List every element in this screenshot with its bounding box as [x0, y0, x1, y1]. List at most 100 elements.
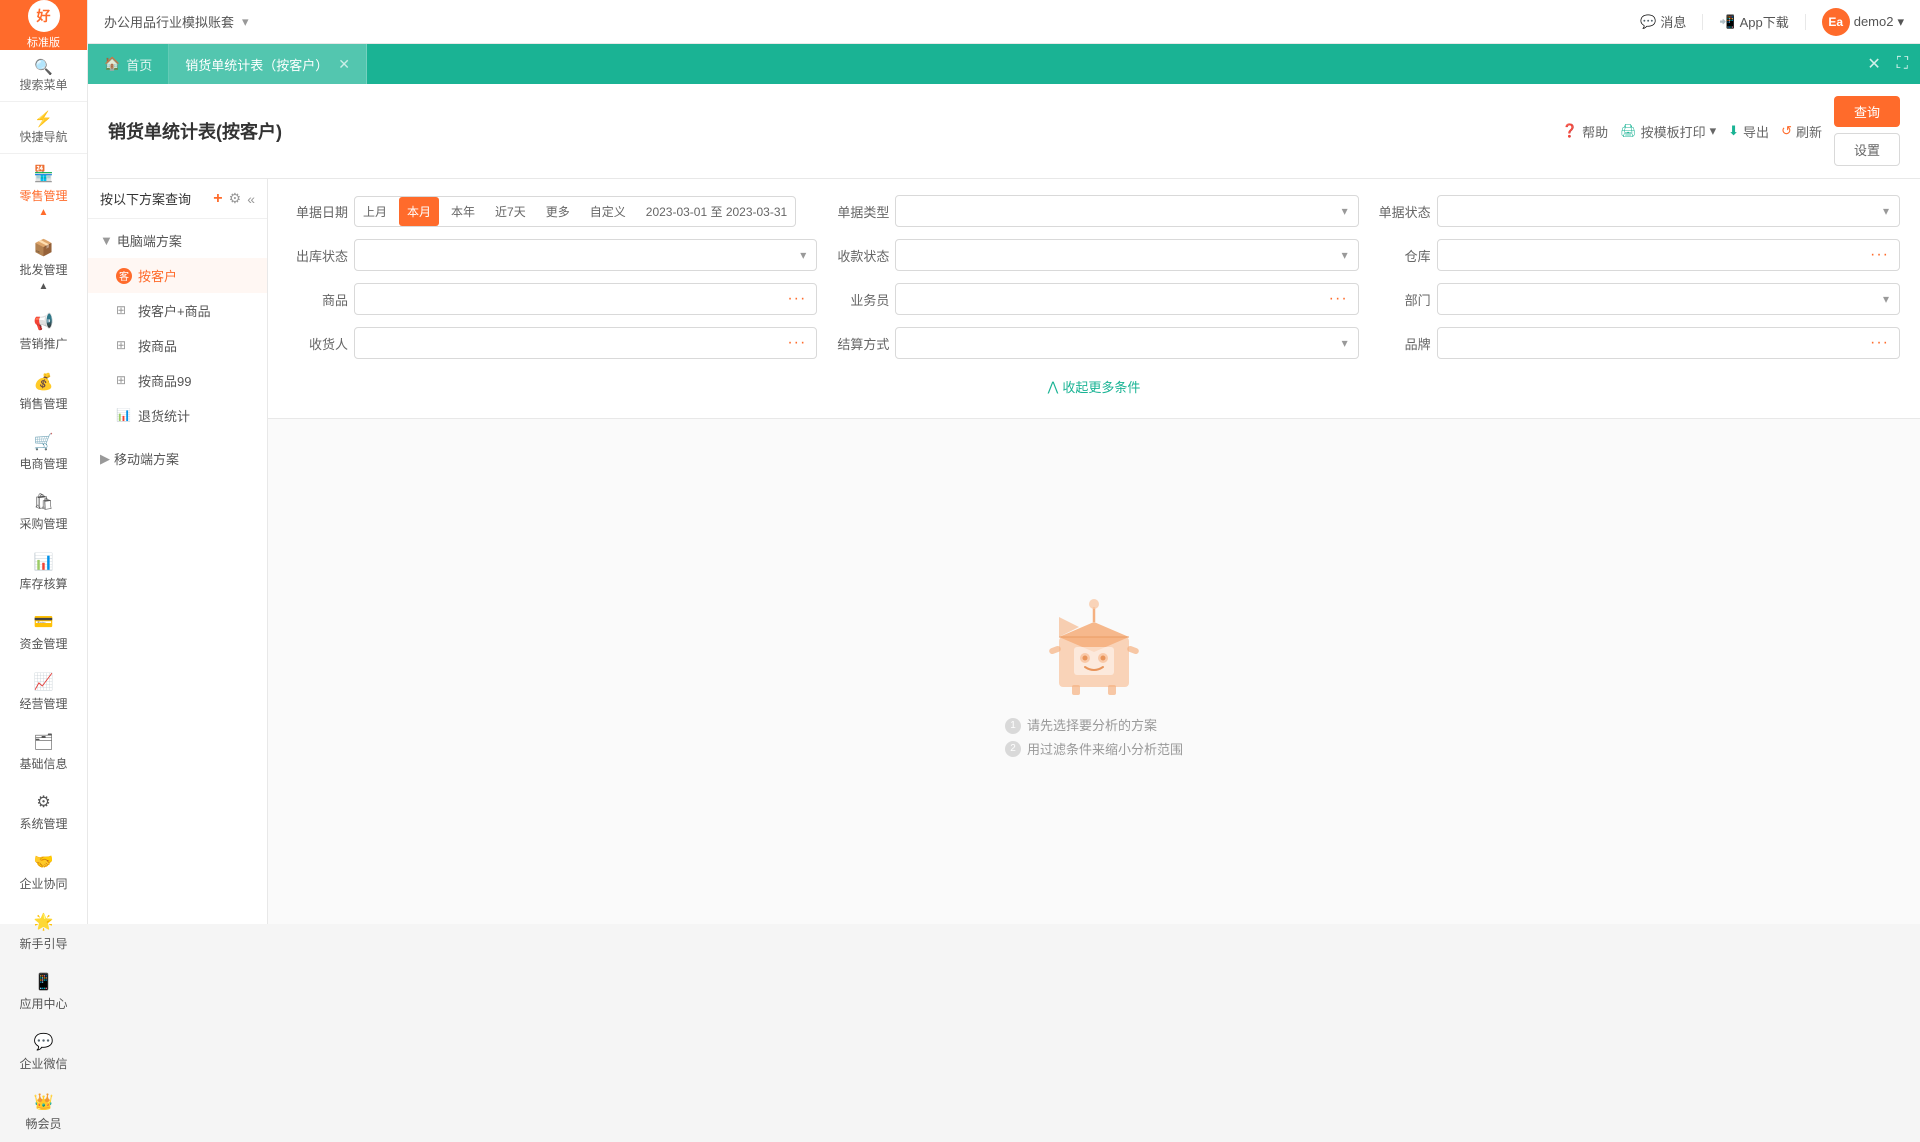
sidebar-item-wechat[interactable]: 💬 企业微信 — [0, 1022, 87, 1082]
dept-field[interactable]: ▾ — [1437, 283, 1900, 315]
scheme-collapse-icon[interactable]: « — [247, 191, 255, 207]
pay-status-field[interactable]: ▾ — [895, 239, 1358, 271]
member-label: 畅会员 — [25, 1115, 61, 1132]
print-btn[interactable]: 🖨 按模板打印 ▾ — [1620, 122, 1716, 141]
sidebar-item-retail[interactable]: 🏪 零售管理 ▲ — [0, 154, 87, 228]
by-goods99-label: 按商品99 — [138, 371, 191, 390]
sidebar-search[interactable]: 🔍 搜索菜单 — [0, 50, 87, 102]
print-label: 按模板打印 — [1641, 122, 1706, 141]
tab-restore-btn[interactable]: ⛶ — [1893, 51, 1912, 77]
scheme-group-mobile-title[interactable]: ▶ 移动端方案 — [88, 441, 267, 476]
date-this-month-btn[interactable]: 本月 — [399, 197, 439, 226]
date-last-month-btn[interactable]: 上月 — [355, 197, 395, 226]
filter-action-buttons: 查询 设置 — [1834, 96, 1900, 166]
empty-illustration — [1034, 582, 1154, 702]
scheme-item-by-customer-goods[interactable]: ⊞ 按客户+商品 — [88, 293, 267, 328]
salesperson-dots-icon: ··· — [1329, 290, 1348, 308]
refresh-label: 刷新 — [1796, 122, 1822, 141]
date-custom-btn[interactable]: 自定义 — [582, 197, 634, 226]
tab-report[interactable]: 销货单统计表（按客户） ✕ — [169, 44, 367, 84]
settlement-field[interactable]: ▾ — [895, 327, 1358, 359]
app-download-label: App下载 — [1740, 12, 1789, 31]
receiver-label: 收货人 — [288, 334, 348, 353]
dropdown-arrow-icon[interactable]: ▾ — [242, 14, 249, 30]
sidebar-item-purchase[interactable]: 🛍 采购管理 — [0, 482, 87, 542]
salesperson-field[interactable]: ··· — [895, 283, 1358, 315]
sidebar-item-finance[interactable]: 💳 资金管理 — [0, 602, 87, 662]
enterprise-label: 企业协同 — [19, 875, 67, 892]
sidebar-item-member[interactable]: 👑 畅会员 — [0, 1082, 87, 1142]
tab-close-btn[interactable]: ✕ — [338, 56, 350, 73]
sidebar-item-basic[interactable]: 🗂 基础信息 — [0, 722, 87, 782]
customer-goods-icon: ⊞ — [116, 303, 132, 319]
collapse-arrow-icon: ⋀ — [1048, 379, 1059, 395]
date-field[interactable]: 上月 本月 本年 近7天 更多 自定义 2023-03-01 至 2023-03… — [354, 196, 796, 227]
settings-button[interactable]: 设置 — [1834, 133, 1900, 166]
mobile-group-arrow-icon: ▶ — [100, 451, 110, 467]
header-left: 办公用品行业模拟账套 ▾ — [104, 12, 249, 31]
sidebar-item-newbie[interactable]: 🌟 新手引导 — [0, 902, 87, 962]
ecommerce-label: 电商管理 — [19, 455, 67, 472]
receiver-cell: 收货人 ··· — [288, 327, 817, 359]
warehouse-field[interactable]: ··· — [1437, 239, 1900, 271]
empty-state: 1 请先选择要分析的方案 2 用过滤条件来缩小分析范围 — [1005, 582, 1183, 761]
sidebar-item-marketing[interactable]: 📢 营销推广 — [0, 302, 87, 362]
wechat-icon: 💬 — [34, 1032, 54, 1052]
settlement-label: 结算方式 — [829, 334, 889, 353]
desktop-group-label: 电脑端方案 — [117, 231, 182, 250]
tab-close-all-btn[interactable]: ✕ — [1863, 50, 1884, 78]
sidebar-item-sales[interactable]: 💰 销售管理 — [0, 362, 87, 422]
goods-field[interactable]: ··· — [354, 283, 817, 315]
export-btn[interactable]: ⬇ 导出 — [1728, 122, 1769, 141]
receiver-field[interactable]: ··· — [354, 327, 817, 359]
scheme-group-desktop-title[interactable]: ▼ 电脑端方案 — [88, 223, 267, 258]
scheme-add-btn[interactable]: + — [213, 190, 222, 208]
user-profile[interactable]: Ea demo2 ▾ — [1822, 8, 1904, 36]
sidebar-item-operations[interactable]: 📈 经营管理 — [0, 662, 87, 722]
brand-field[interactable]: ··· — [1437, 327, 1900, 359]
tab-report-label: 销货单统计表（按客户） — [185, 55, 328, 74]
status-field[interactable]: ▾ — [1437, 195, 1900, 227]
header-divider2 — [1805, 14, 1806, 30]
date-this-year-btn[interactable]: 本年 — [443, 197, 483, 226]
collapse-btn[interactable]: ⋀ 收起更多条件 — [288, 371, 1900, 402]
sidebar: 好 标准版 🔍 搜索菜单 ⚡ 快捷导航 🏪 零售管理 ▲ 📦 批发管理 ▲ 📢 … — [0, 0, 88, 924]
sidebar-quick-nav[interactable]: ⚡ 快捷导航 — [0, 102, 87, 154]
member-icon: 👑 — [34, 1092, 54, 1112]
filter-row2: 出库状态 ▾ 收款状态 ▾ 仓库 — [288, 239, 1900, 271]
return-icon: 📊 — [116, 408, 132, 424]
scheme-item-by-goods99[interactable]: ⊞ 按商品99 — [88, 363, 267, 398]
type-label: 单据类型 — [829, 202, 889, 221]
collapse-label: 收起更多条件 — [1062, 377, 1140, 396]
date-more-btn[interactable]: 更多 — [538, 197, 578, 226]
goods-cell: 商品 ··· — [288, 283, 817, 315]
tab-home-label: 首页 — [126, 55, 152, 74]
sidebar-item-wholesale[interactable]: 📦 批发管理 ▲ — [0, 228, 87, 302]
page-actions: ❓ 帮助 🖨 按模板打印 ▾ ⬇ 导出 ↺ 刷新 查询 设置 — [1562, 96, 1900, 178]
sales-icon: 💰 — [34, 372, 54, 392]
scheme-item-return[interactable]: 📊 退货统计 — [88, 398, 267, 433]
tab-home[interactable]: 🏠 首页 — [88, 44, 169, 84]
query-button[interactable]: 查询 — [1834, 96, 1900, 127]
app-download-btn[interactable]: 📲 App下载 — [1719, 12, 1788, 31]
scheme-settings-icon[interactable]: ⚙ — [229, 190, 242, 207]
sidebar-item-inventory[interactable]: 📊 库存核算 — [0, 542, 87, 602]
refresh-btn[interactable]: ↺ 刷新 — [1781, 122, 1822, 141]
message-btn[interactable]: 💬 消息 — [1640, 12, 1686, 31]
type-field[interactable]: ▾ — [895, 195, 1358, 227]
sales-label: 销售管理 — [19, 395, 67, 412]
sidebar-item-ecommerce[interactable]: 🛒 电商管理 — [0, 422, 87, 482]
warehouse-label: 仓库 — [1371, 246, 1431, 265]
help-btn[interactable]: ❓ 帮助 — [1562, 122, 1608, 141]
export-icon: ⬇ — [1728, 123, 1739, 139]
out-status-field[interactable]: ▾ — [354, 239, 817, 271]
retail-icon: 🏪 — [34, 164, 54, 184]
date-7days-btn[interactable]: 近7天 — [487, 197, 534, 226]
sidebar-item-enterprise[interactable]: 🤝 企业协同 — [0, 842, 87, 902]
scheme-item-by-goods[interactable]: ⊞ 按商品 — [88, 328, 267, 363]
scheme-item-by-customer[interactable]: 客 按客户 — [88, 258, 267, 293]
by-customer-icon: 客 — [116, 268, 132, 284]
hint-item-1: 1 请先选择要分析的方案 — [1005, 714, 1183, 737]
sidebar-item-appcenter[interactable]: 📱 应用中心 — [0, 962, 87, 1022]
sidebar-item-system[interactable]: ⚙ 系统管理 — [0, 782, 87, 842]
